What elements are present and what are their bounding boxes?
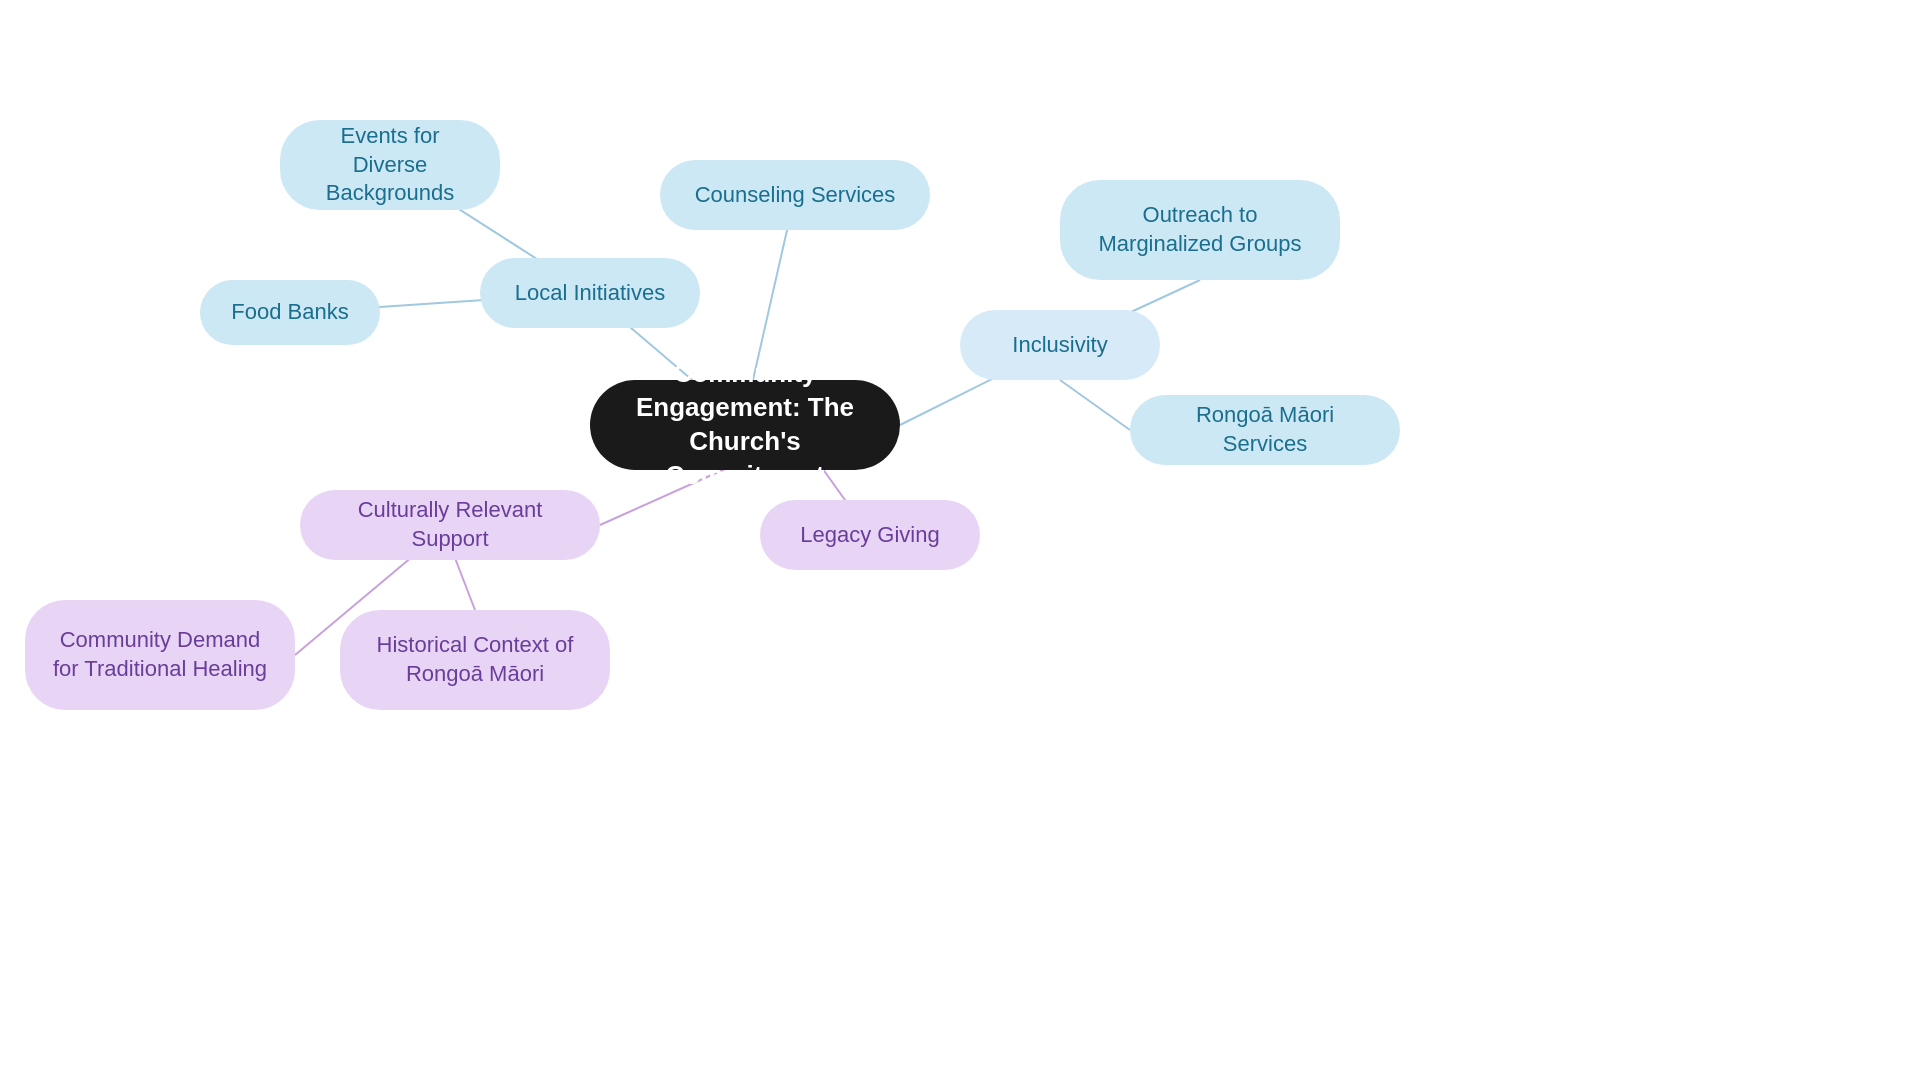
local-initiatives-node: Local Initiatives	[480, 258, 700, 328]
svg-line-6	[1060, 380, 1130, 430]
historical-context-node: Historical Context of Rongoā Māori	[340, 610, 610, 710]
community-demand-node: Community Demand for Traditional Healing	[25, 600, 295, 710]
center-node: Community Engagement: The Church's Commi…	[590, 380, 900, 470]
outreach-node: Outreach to Marginalized Groups	[1060, 180, 1340, 280]
culturally-relevant-node: Culturally Relevant Support	[300, 490, 600, 560]
events-diverse-node: Events for Diverse Backgrounds	[280, 120, 500, 210]
food-banks-node: Food Banks	[200, 280, 380, 345]
counseling-services-node: Counseling Services	[660, 160, 930, 230]
inclusivity-node: Inclusivity	[960, 310, 1160, 380]
legacy-giving-node: Legacy Giving	[760, 500, 980, 570]
rongoa-services-node: Rongoā Māori Services	[1130, 395, 1400, 465]
